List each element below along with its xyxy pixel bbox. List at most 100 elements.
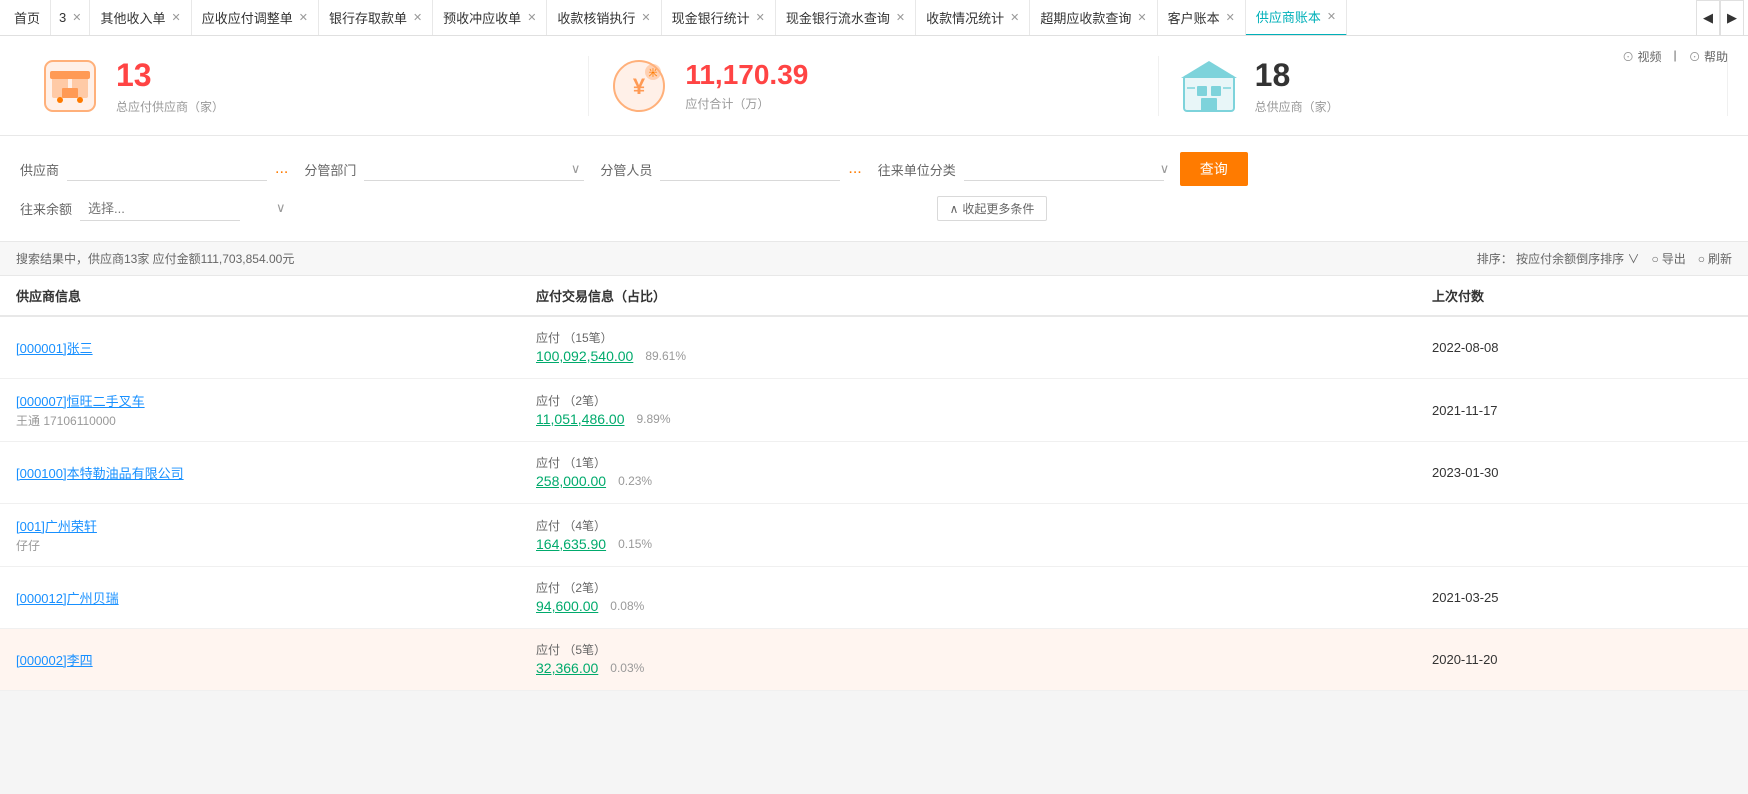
results-actions: 排序： 按应付余额倒序排序 ∨ ○ 导出 ○ 刷新: [1477, 250, 1732, 267]
category-label: 往来单位分类: [878, 160, 956, 179]
sort-select[interactable]: 按应付余额倒序排序 ∨: [1516, 252, 1639, 266]
table-row[interactable]: [000002]李四 应付 （5笔） 32,366.00 0.03% 2020-…: [0, 629, 1748, 691]
tx-amount[interactable]: 11,051,486.00: [536, 411, 625, 427]
nav-tab-other-income[interactable]: 其他收入单 ✕: [90, 0, 191, 36]
close-icon[interactable]: ✕: [756, 11, 765, 24]
nav-tab-customer-book[interactable]: 客户账本 ✕: [1158, 0, 1246, 36]
close-icon[interactable]: ✕: [1327, 10, 1336, 23]
supplier-link[interactable]: [000100]本特勒油品有限公司: [16, 463, 536, 482]
supplier-cell: [000012]广州贝瑞: [16, 588, 536, 607]
tx-percent: 9.89%: [637, 412, 671, 426]
stat-payable-amount: ¥ 米 11,170.39 应付合计（万）: [589, 56, 1158, 116]
supplier-cell: [000007]恒旺二手叉车 王通 17106110000: [16, 391, 536, 429]
tx-percent: 89.61%: [645, 349, 686, 363]
dept-input[interactable]: [364, 157, 566, 180]
table-row[interactable]: [000100]本特勒油品有限公司 应付 （1笔） 258,000.00 0.2…: [0, 442, 1748, 504]
table-row[interactable]: [000001]张三 应付 （15笔） 100,092,540.00 89.61…: [0, 317, 1748, 379]
stat-value: 18: [1255, 57, 1339, 94]
close-icon[interactable]: ✕: [1137, 11, 1146, 24]
table-rows: [000001]张三 应付 （15笔） 100,092,540.00 89.61…: [0, 317, 1748, 691]
balance-select[interactable]: ∨: [80, 197, 240, 221]
nav-tab-overdue-ar[interactable]: 超期应收款查询 ✕: [1030, 0, 1157, 36]
dept-select[interactable]: ∨: [364, 157, 584, 181]
nav-tab-cash-bank-stat[interactable]: 现金银行统计 ✕: [662, 0, 776, 36]
supplier-dots-icon[interactable]: ...: [275, 160, 288, 178]
nav-tab-receipt-verify[interactable]: 收款核销执行 ✕: [547, 0, 661, 36]
close-icon[interactable]: ✕: [896, 11, 905, 24]
supplier-link[interactable]: [001]广州荣轩: [16, 516, 536, 535]
transaction-cell: 应付 （2笔） 94,600.00 0.08%: [536, 579, 1432, 616]
col-last-payment: 上次付数: [1432, 286, 1732, 305]
tx-amount[interactable]: 94,600.00: [536, 598, 598, 614]
category-input[interactable]: [964, 157, 1156, 180]
tab-label: 银行存取款单: [329, 8, 407, 27]
help-link[interactable]: ⊙ 帮助: [1689, 48, 1728, 65]
nav-tab-3[interactable]: 3 ✕: [51, 0, 90, 36]
close-icon[interactable]: ✕: [1010, 11, 1019, 24]
tab-label: 现金银行流水查询: [786, 8, 890, 27]
tx-amount[interactable]: 164,635.90: [536, 536, 606, 552]
table-row[interactable]: [001]广州荣轩 仔仔 应付 （4笔） 164,635.90 0.15%: [0, 504, 1748, 567]
table-row[interactable]: [000007]恒旺二手叉车 王通 17106110000 应付 （2笔） 11…: [0, 379, 1748, 442]
nav-tab-receipt-stat[interactable]: 收款情况统计 ✕: [916, 0, 1030, 36]
collapse-button[interactable]: ∧ 收起更多条件: [937, 196, 1048, 221]
nav-next-button[interactable]: ▶: [1720, 0, 1744, 36]
search-row-1: 供应商 ... 分管部门 ∨ 分管人员 ... 往来单位分类 ∨: [20, 152, 1728, 186]
close-icon[interactable]: ✕: [641, 11, 650, 24]
table-row[interactable]: [000012]广州贝瑞 应付 （2笔） 94,600.00 0.08% 202…: [0, 567, 1748, 629]
nav-tab-supplier-book[interactable]: 供应商账本 ✕: [1246, 0, 1347, 36]
close-icon[interactable]: ✕: [413, 11, 422, 24]
nav-tab-ar-ap-adjust[interactable]: 应收应付调整单 ✕: [192, 0, 319, 36]
dept-field: 分管部门 ∨: [304, 157, 584, 181]
person-dots-icon[interactable]: ...: [848, 160, 861, 178]
tab-label: 供应商账本: [1256, 7, 1321, 26]
transaction-cell: 应付 （2笔） 11,051,486.00 9.89%: [536, 392, 1432, 429]
close-icon[interactable]: ✕: [1226, 11, 1235, 24]
close-icon[interactable]: ✕: [171, 11, 180, 24]
supplier-link[interactable]: [000012]广州贝瑞: [16, 588, 536, 607]
stat-value: 11,170.39: [685, 59, 808, 91]
close-icon[interactable]: ✕: [527, 11, 536, 24]
refresh-icon: ○: [1698, 252, 1705, 266]
tab-label: 客户账本: [1168, 8, 1220, 27]
close-icon[interactable]: ✕: [299, 11, 308, 24]
person-field: 分管人员 ...: [600, 157, 861, 181]
tx-amount[interactable]: 100,092,540.00: [536, 348, 633, 364]
tx-label: 应付 （1笔）: [536, 454, 1432, 471]
supplier-link[interactable]: [000007]恒旺二手叉车: [16, 391, 536, 410]
separator: |: [1674, 48, 1677, 65]
close-icon[interactable]: ✕: [72, 11, 81, 24]
tx-label: 应付 （2笔）: [536, 579, 1432, 596]
balance-input[interactable]: [80, 197, 272, 220]
last-payment-cell: 2022-08-08: [1432, 340, 1732, 355]
tx-label: 应付 （2笔）: [536, 392, 1432, 409]
results-bar: 搜索结果中，供应商13家 应付金额111,703,854.00元 排序： 按应付…: [0, 242, 1748, 276]
person-input[interactable]: [660, 157, 840, 181]
tx-amount[interactable]: 32,366.00: [536, 660, 598, 676]
tx-percent: 0.03%: [610, 661, 644, 675]
supplier-input[interactable]: [67, 157, 267, 181]
nav-tab-bank-deposit[interactable]: 银行存取款单 ✕: [319, 0, 433, 36]
supplier-link[interactable]: [000002]李四: [16, 650, 536, 669]
tx-label: 应付 （4笔）: [536, 517, 1432, 534]
tx-amount[interactable]: 258,000.00: [536, 473, 606, 489]
refresh-button[interactable]: ○ 刷新: [1698, 250, 1732, 267]
query-button[interactable]: 查询: [1180, 152, 1248, 186]
nav-tab-home[interactable]: 首页: [4, 0, 51, 36]
transaction-cell: 应付 （4笔） 164,635.90 0.15%: [536, 517, 1432, 554]
nav-tab-prepay-ar[interactable]: 预收冲应收单 ✕: [433, 0, 547, 36]
nav-prev-button[interactable]: ◀: [1696, 0, 1720, 36]
tx-percent: 0.15%: [618, 537, 652, 551]
supplier-link[interactable]: [000001]张三: [16, 338, 536, 357]
nav-tab-cash-bank-flow[interactable]: 现金银行流水查询 ✕: [776, 0, 916, 36]
tab-label: 现金银行统计: [672, 8, 750, 27]
transaction-cell: 应付 （5笔） 32,366.00 0.03%: [536, 641, 1432, 678]
export-button[interactable]: ○ 导出: [1651, 250, 1685, 267]
tab-label: 应收应付调整单: [202, 8, 293, 27]
supplier-cell: [000002]李四: [16, 650, 536, 669]
category-select[interactable]: ∨: [964, 157, 1164, 181]
person-label: 分管人员: [600, 160, 652, 179]
stat-payable-amount-text: 11,170.39 应付合计（万）: [685, 59, 808, 112]
chevron-down-icon: ∨: [1156, 161, 1174, 177]
video-link[interactable]: ⊙ 视频: [1622, 48, 1661, 65]
